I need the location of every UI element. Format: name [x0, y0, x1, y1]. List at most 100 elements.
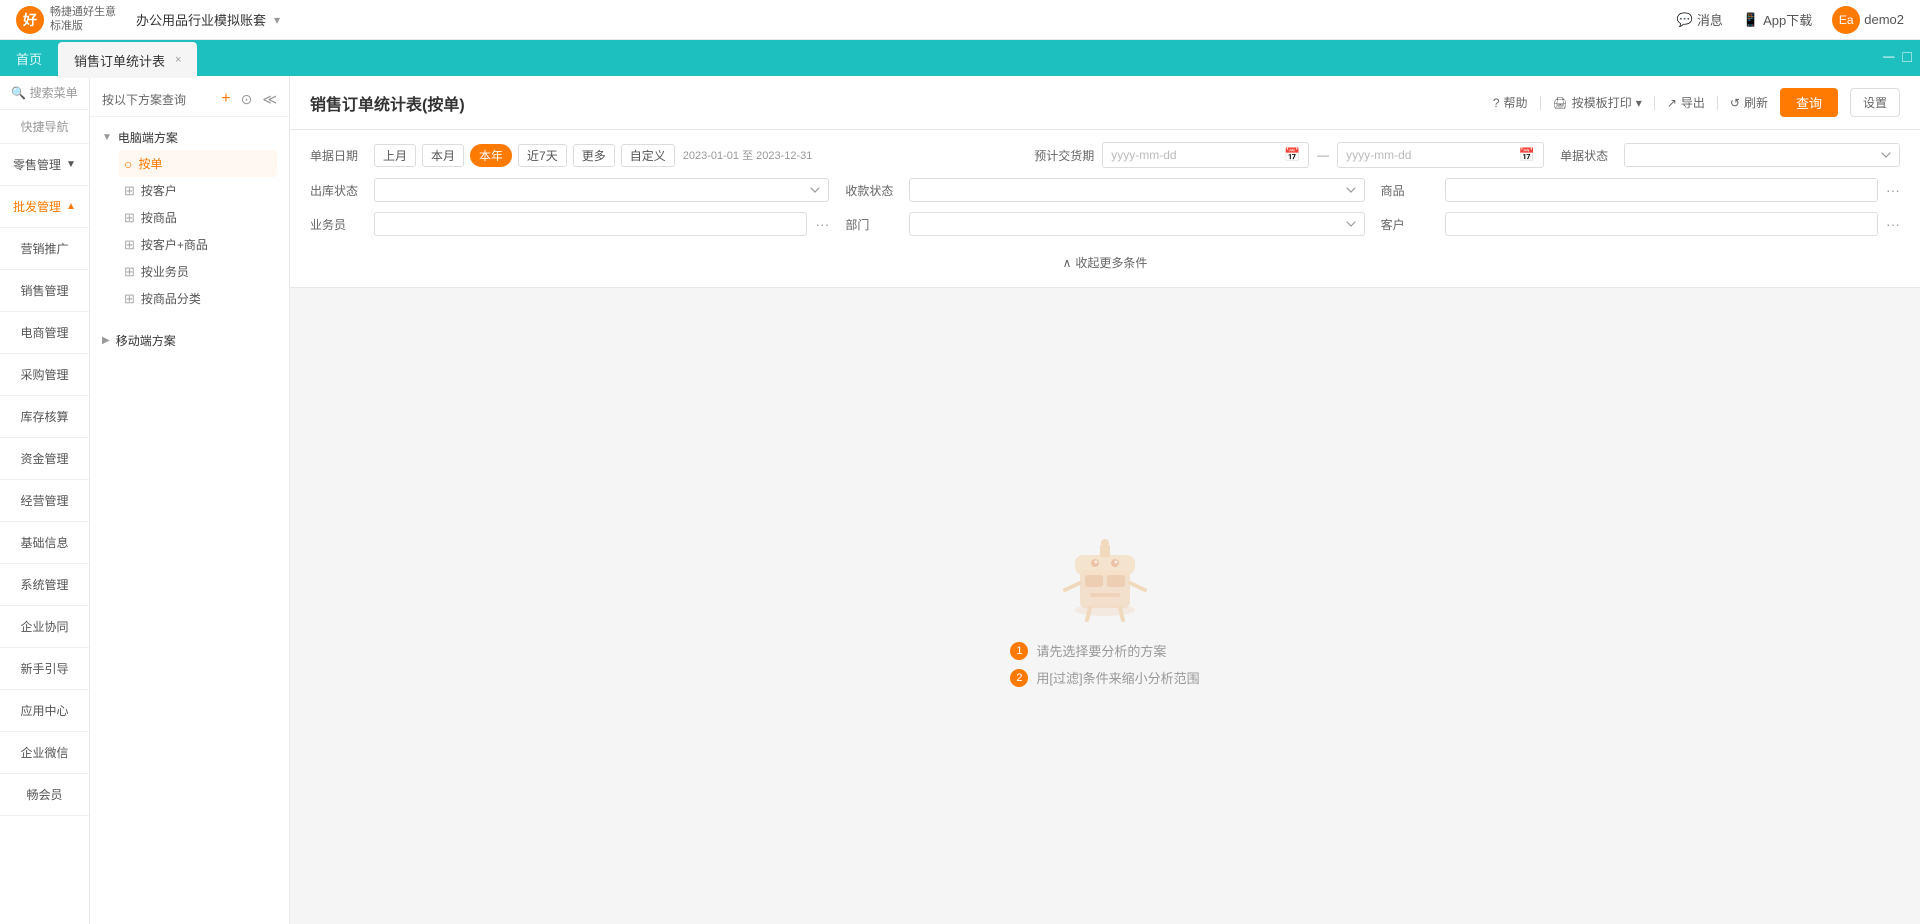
- settings-btn[interactable]: 设置: [1850, 88, 1900, 117]
- expected-date-to[interactable]: yyyy-mm-dd 📅: [1337, 142, 1544, 168]
- active-tab-label: 销售订单统计表: [74, 51, 165, 70]
- tab-close-btn[interactable]: ×: [175, 54, 181, 66]
- help-btn[interactable]: ? 帮助: [1493, 94, 1528, 111]
- scheme-item-by-customer[interactable]: ⊞ 按客户: [118, 177, 277, 204]
- home-tab-label: 首页: [16, 49, 42, 68]
- scheme-pc-section: ▼ 电脑端方案 ○ 按单 ⊞ 按客户 ⊞ 按商品: [90, 117, 289, 320]
- sidebar-item-basic[interactable]: 基础信息: [0, 522, 89, 564]
- date-range-text: 2023-01-01 至 2023-12-31: [683, 147, 813, 163]
- action-divider3: [1717, 96, 1718, 110]
- refresh-btn[interactable]: ↺ 刷新: [1730, 94, 1768, 111]
- sidebar-item-wholesale[interactable]: 批发管理 ▲: [0, 186, 89, 228]
- sidebar-item-finance[interactable]: 资金管理: [0, 438, 89, 480]
- goods-input[interactable]: [1445, 178, 1878, 202]
- sidebar-item-appcenter[interactable]: 应用中心: [0, 690, 89, 732]
- cal-icon-from[interactable]: 📅: [1284, 147, 1300, 163]
- customer-input[interactable]: [1445, 212, 1878, 236]
- date-btn-last-month[interactable]: 上月: [374, 144, 416, 167]
- sidebar-item-operation[interactable]: 经营管理: [0, 480, 89, 522]
- help-icon: ?: [1493, 96, 1500, 110]
- scheme-mobile-section: ▶ 移动端方案: [90, 320, 289, 361]
- goods-group: 商品 ···: [1381, 178, 1900, 202]
- hint-number-2: 2: [1010, 669, 1028, 687]
- export-btn[interactable]: ↗ 导出: [1667, 94, 1705, 111]
- dept-select[interactable]: [909, 212, 1364, 236]
- message-btn[interactable]: 💬 消息: [1677, 10, 1723, 29]
- date-btn-custom[interactable]: 自定义: [621, 144, 675, 167]
- app-title-dropdown[interactable]: ▾: [274, 13, 280, 27]
- ship-status-group: 出库状态: [310, 178, 829, 202]
- salesman-more-icon[interactable]: ···: [815, 216, 829, 232]
- tab-maximize-btn[interactable]: □: [1902, 49, 1912, 67]
- sidebar-item-label-purchase: 采购管理: [20, 366, 68, 383]
- scheme-item-by-salesman[interactable]: ⊞ 按业务员: [118, 258, 277, 285]
- sidebar-item-retail[interactable]: 零售管理 ▼: [0, 144, 89, 186]
- date-btn-this-month[interactable]: 本月: [422, 144, 464, 167]
- cal-icon-to[interactable]: 📅: [1519, 147, 1535, 163]
- scheme-collapse-btn[interactable]: ≪: [262, 91, 277, 108]
- salesman-input[interactable]: [374, 212, 807, 236]
- scheme-item-by-customer-goods[interactable]: ⊞ 按客户+商品: [118, 231, 277, 258]
- sidebar-nav[interactable]: 快捷导航: [0, 110, 89, 144]
- sidebar-item-wechat[interactable]: 企业微信: [0, 732, 89, 774]
- filter-row-3: 业务员 ··· 部门 客户 ···: [310, 212, 1900, 236]
- scheme-settings-btn[interactable]: ⊙: [241, 91, 253, 108]
- scheme-list-pc: ○ 按单 ⊞ 按客户 ⊞ 按商品 ⊞ 按客户+商品: [118, 150, 277, 312]
- scheme-item-label-cg: 按客户+商品: [141, 236, 208, 253]
- date-btn-this-year[interactable]: 本年: [470, 144, 512, 167]
- customer-more-icon[interactable]: ···: [1886, 216, 1900, 232]
- expected-date-from[interactable]: yyyy-mm-dd 📅: [1102, 142, 1309, 168]
- collapse-icon: ∧: [1063, 256, 1072, 270]
- goods-more-icon[interactable]: ···: [1886, 182, 1900, 198]
- sidebar-item-marketing[interactable]: 营销推广: [0, 228, 89, 270]
- sidebar-item-inventory[interactable]: 库存核算: [0, 396, 89, 438]
- pc-section-arrow: ▼: [102, 132, 112, 143]
- scheme-pc-header[interactable]: ▼ 电脑端方案: [102, 125, 277, 150]
- ship-status-select[interactable]: [374, 178, 829, 202]
- scheme-item-label-customer: 按客户: [141, 182, 177, 199]
- date-filter-label: 单据日期: [310, 147, 366, 164]
- collapse-btn[interactable]: ∧ 收起更多条件: [310, 246, 1900, 275]
- page-actions: ? 帮助 🖨 按模板打印 ▾ ↗ 导出: [1493, 88, 1900, 129]
- sidebar-item-purchase[interactable]: 采购管理: [0, 354, 89, 396]
- scheme-panel: 按以下方案查询 + ⊙ ≪ ▼ 电脑端方案 ○ 按单 ⊞ 按客户: [90, 76, 290, 924]
- collect-status-select[interactable]: [909, 178, 1364, 202]
- main-page: 销售订单统计表(按单) ? 帮助 🖨 按模板打印 ▾ ↗: [290, 76, 1920, 924]
- tab-active[interactable]: 销售订单统计表 ×: [58, 42, 197, 78]
- user-area[interactable]: Ea demo2: [1832, 6, 1904, 34]
- tab-home[interactable]: 首页: [0, 40, 58, 76]
- message-icon: 💬: [1677, 12, 1693, 28]
- date-btn-7days[interactable]: 近7天: [518, 144, 567, 167]
- sidebar-search[interactable]: 🔍 搜索菜单: [0, 76, 89, 110]
- print-btn[interactable]: 🖨 按模板打印 ▾: [1553, 94, 1642, 111]
- query-btn[interactable]: 查询: [1780, 88, 1838, 117]
- scheme-item-by-goods-cat[interactable]: ⊞ 按商品分类: [118, 285, 277, 312]
- sidebar-item-label-member: 畅会员: [26, 786, 62, 803]
- sidebar-item-member[interactable]: 畅会员: [0, 774, 89, 816]
- salesman-label: 业务员: [310, 216, 366, 233]
- scheme-item-label-salesman: 按业务员: [141, 263, 189, 280]
- scheme-item-by-goods[interactable]: ⊞ 按商品: [118, 204, 277, 231]
- salesman-group: 业务员 ···: [310, 212, 829, 236]
- scheme-add-btn[interactable]: +: [221, 90, 230, 108]
- sidebar-item-sales[interactable]: 销售管理: [0, 270, 89, 312]
- tab-minimize-btn[interactable]: ─: [1883, 49, 1894, 67]
- sidebar-item-label-guide: 新手引导: [20, 660, 68, 677]
- scheme-item-by-order[interactable]: ○ 按单: [118, 150, 277, 177]
- sidebar-item-system[interactable]: 系统管理: [0, 564, 89, 606]
- scheme-item-label-gcat: 按商品分类: [141, 290, 201, 307]
- date-btn-more[interactable]: 更多: [573, 144, 615, 167]
- scheme-item-icon-goods: ⊞: [124, 210, 135, 226]
- sidebar-item-guide[interactable]: 新手引导: [0, 648, 89, 690]
- goods-label: 商品: [1381, 182, 1437, 199]
- mobile-section-arrow: ▶: [102, 335, 110, 346]
- sidebar-item-ecom[interactable]: 电商管理: [0, 312, 89, 354]
- sidebar-item-enterprise[interactable]: 企业协同: [0, 606, 89, 648]
- phone-icon: 📱: [1743, 12, 1759, 28]
- action-divider2: [1654, 96, 1655, 110]
- doc-status-select[interactable]: [1624, 143, 1900, 167]
- action-divider1: [1540, 96, 1541, 110]
- scheme-mobile-header[interactable]: ▶ 移动端方案: [102, 328, 277, 353]
- app-download-btn[interactable]: 📱 App下载: [1743, 10, 1812, 29]
- logo-text: 畅捷通好生意 标准版: [50, 6, 116, 32]
